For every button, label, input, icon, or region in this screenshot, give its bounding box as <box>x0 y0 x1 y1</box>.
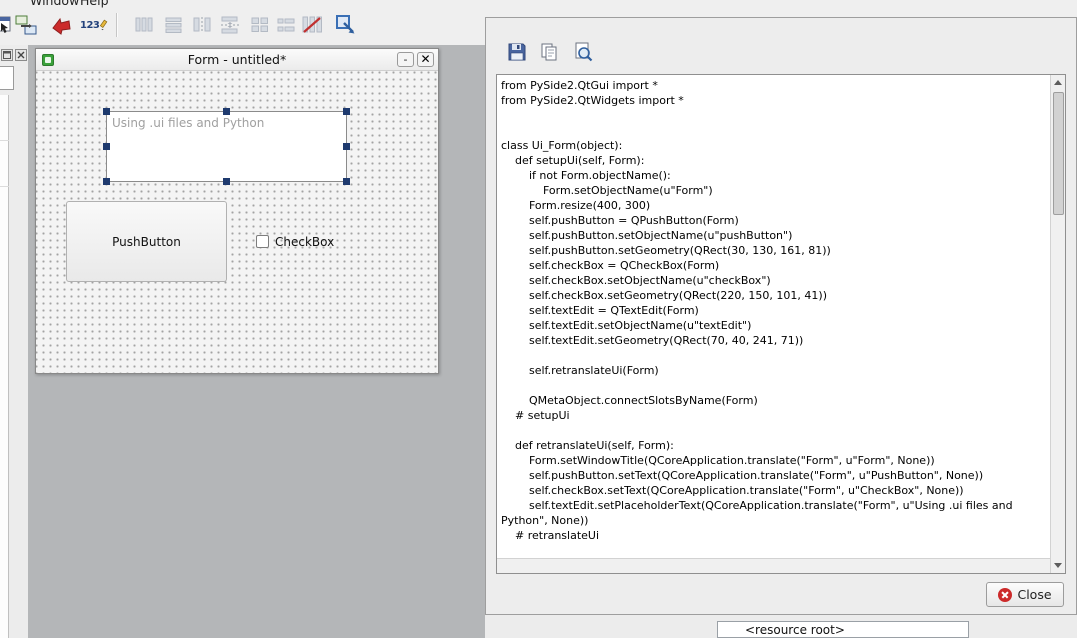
edit-buddies-icon[interactable] <box>48 10 76 40</box>
qt-designer-window: Window Help 123 <box>0 0 1077 638</box>
vertical-scrollbar[interactable] <box>1050 75 1065 573</box>
form-window: Form - untitled* - ✕ Using .ui files and… <box>35 48 439 374</box>
toolbar-separator <box>116 13 118 37</box>
minimize-button[interactable]: - <box>397 52 414 67</box>
scroll-down-icon[interactable] <box>1054 563 1062 568</box>
form-canvas[interactable]: Using .ui files and Python PushButton Ch… <box>36 71 438 373</box>
form-window-title: Form - untitled* <box>36 52 438 67</box>
resource-browser[interactable]: <resource root> <box>717 621 969 638</box>
layout-form-icon[interactable] <box>272 10 300 40</box>
textedit-widget[interactable]: Using .ui files and Python <box>106 111 347 182</box>
layout-grid-icon[interactable] <box>246 10 274 40</box>
adjust-size-icon[interactable] <box>332 10 360 40</box>
pushbutton-widget[interactable]: PushButton <box>66 201 227 282</box>
widgetbox-tree-stub[interactable] <box>0 95 9 638</box>
selection-handle-middle-right[interactable] <box>343 143 350 150</box>
selection-handle-top-left[interactable] <box>103 108 110 115</box>
edit-tab-order-icon[interactable]: 123 <box>80 10 108 40</box>
scrollbar-thumb[interactable] <box>1053 92 1064 215</box>
close-button[interactable]: ✕ <box>417 52 434 67</box>
layout-horizontal-splitter-icon[interactable] <box>188 10 216 40</box>
layout-horizontal-icon[interactable] <box>130 10 158 40</box>
selection-handle-bottom-left[interactable] <box>103 178 110 185</box>
selection-handle-bottom-center[interactable] <box>223 178 230 185</box>
checkbox-widget[interactable]: CheckBox <box>256 221 357 262</box>
mdi-area: Form - untitled* - ✕ Using .ui files and… <box>28 45 485 638</box>
checkbox-indicator[interactable] <box>256 235 269 248</box>
tab-order-label: 123 <box>80 20 99 31</box>
menu-bar: Window Help <box>0 0 1077 8</box>
generated-code[interactable]: from PySide2.QtGui import * from PySide2… <box>497 75 1050 558</box>
menu-help[interactable]: Help <box>80 0 109 8</box>
save-icon[interactable] <box>504 39 530 65</box>
break-layout-icon[interactable] <box>298 10 326 40</box>
selection-handle-bottom-right[interactable] <box>343 178 350 185</box>
code-preview-dialog: from PySide2.QtGui import * from PySide2… <box>485 17 1077 615</box>
menu-window[interactable]: Window <box>30 0 79 8</box>
selection-handle-top-center[interactable] <box>223 108 230 115</box>
scroll-up-icon[interactable] <box>1054 80 1062 85</box>
resource-root-item[interactable]: <resource root> <box>745 623 845 637</box>
checkbox-label: CheckBox <box>275 235 334 249</box>
copy-icon[interactable] <box>536 39 562 65</box>
tree-divider <box>0 186 9 187</box>
selection-handle-top-right[interactable] <box>343 108 350 115</box>
find-icon[interactable] <box>570 39 596 65</box>
code-view[interactable]: from PySide2.QtGui import * from PySide2… <box>496 74 1066 574</box>
layout-vertical-icon[interactable] <box>160 10 188 40</box>
close-circle-icon <box>998 588 1012 602</box>
tree-divider <box>0 140 9 141</box>
layout-vertical-splitter-icon[interactable] <box>216 10 244 40</box>
textedit-placeholder: Using .ui files and Python <box>112 116 264 130</box>
form-window-titlebar[interactable]: Form - untitled* - ✕ <box>36 49 438 71</box>
dock-close-icon[interactable] <box>15 49 27 61</box>
horizontal-scrollbar[interactable] <box>497 558 1050 573</box>
dock-float-icon[interactable] <box>1 49 13 61</box>
selection-handle-middle-left[interactable] <box>103 143 110 150</box>
dialog-close-button[interactable]: Close <box>986 582 1064 607</box>
edit-signals-slots-icon[interactable] <box>12 10 40 40</box>
close-button-label: Close <box>1017 587 1051 602</box>
widgetbox-filter-stub[interactable] <box>0 66 14 90</box>
